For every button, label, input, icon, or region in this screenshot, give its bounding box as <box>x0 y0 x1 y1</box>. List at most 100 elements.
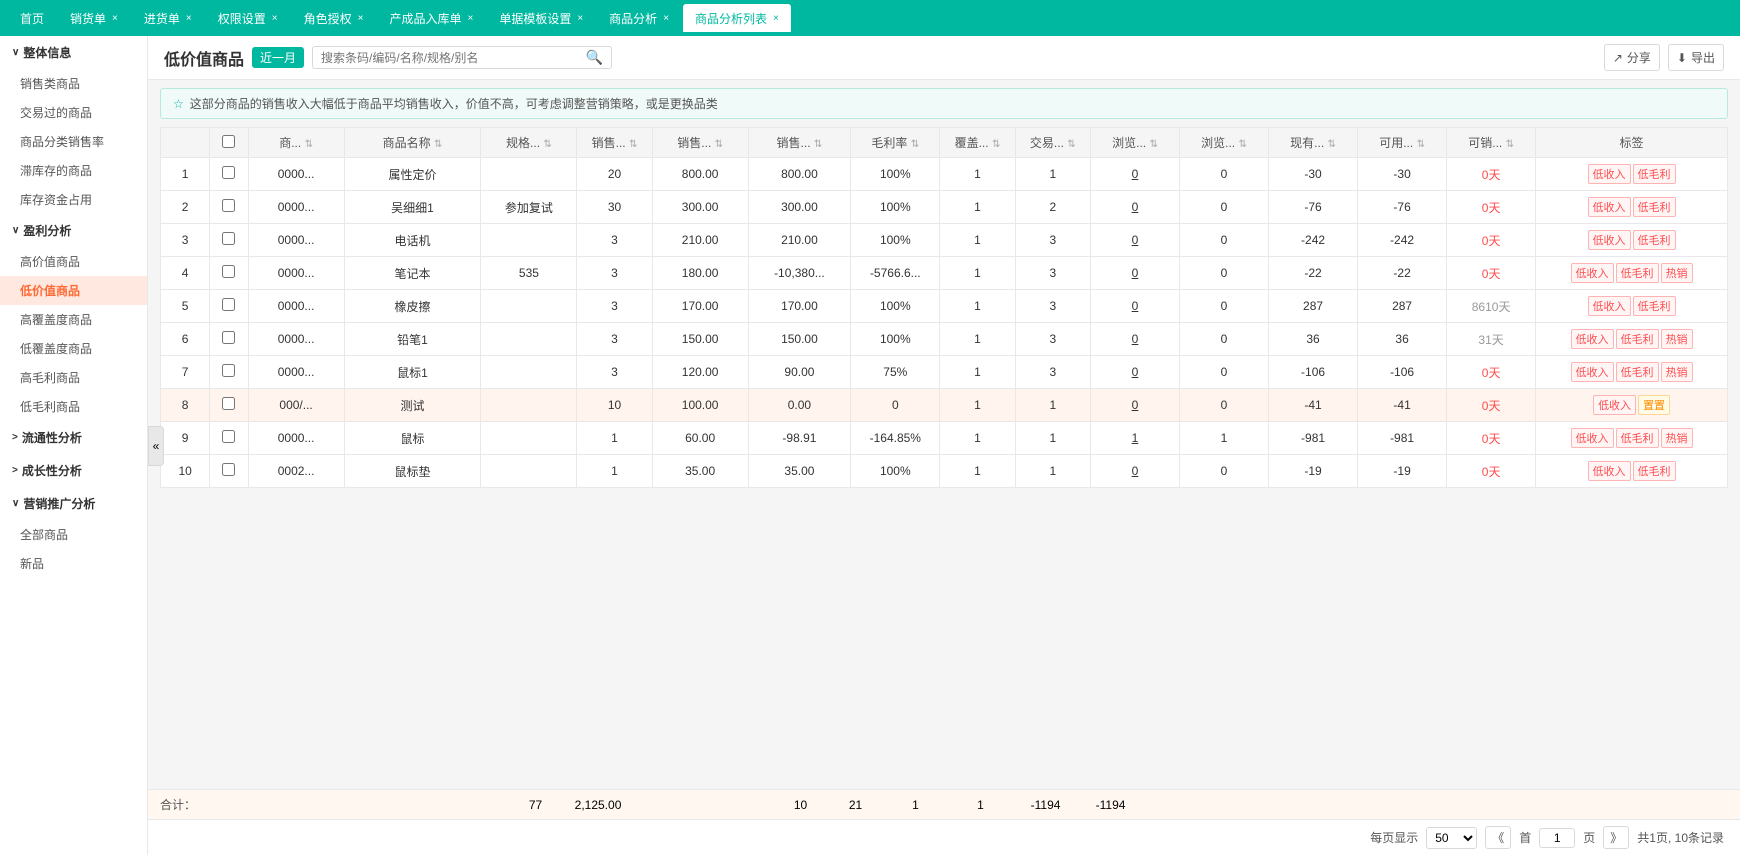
th-avail[interactable]: 可用... ⇅ <box>1358 128 1447 158</box>
search-input[interactable] <box>321 51 582 65</box>
table-row: 4 0000... 笔记本 535 3 180.00 -10,380... -5… <box>161 257 1728 290</box>
row-checkbox[interactable] <box>222 397 235 410</box>
th-sale-avg[interactable]: 销售... ⇅ <box>748 128 851 158</box>
product-name: 属性定价 <box>344 158 481 191</box>
row-checkbox-cell <box>210 455 248 488</box>
first-page-button[interactable]: 《 <box>1485 826 1511 849</box>
close-icon[interactable]: × <box>577 13 583 24</box>
row-checkbox[interactable] <box>222 232 235 245</box>
close-icon[interactable]: × <box>773 13 779 24</box>
sidebar-item-high-margin[interactable]: 高毛利商品 <box>0 363 147 392</box>
browse-link[interactable]: 0 <box>1132 464 1139 478</box>
sidebar-group-overall[interactable]: ∨ 整体信息 <box>0 36 147 69</box>
share-button[interactable]: ↗ 分享 <box>1604 44 1660 71</box>
sort-icon: ⇅ <box>992 139 1000 150</box>
browse-link[interactable]: 0 <box>1132 200 1139 214</box>
row-checkbox[interactable] <box>222 331 235 344</box>
sidebar-group-growth[interactable]: > 成长性分析 <box>0 454 147 487</box>
sidebar-item-all-products[interactable]: 全部商品 <box>0 520 147 549</box>
browse-link[interactable]: 1 <box>1132 431 1139 445</box>
sidebar-item-low-coverage[interactable]: 低覆盖度商品 <box>0 334 147 363</box>
sidebar-item-low-value[interactable]: 低价值商品 <box>0 276 147 305</box>
sort-icon: ⇅ <box>305 139 313 150</box>
browse-link[interactable]: 0 <box>1132 167 1139 181</box>
th-sale-amt[interactable]: 销售... ⇅ <box>652 128 748 158</box>
last-page-button[interactable]: 》 <box>1603 826 1629 849</box>
sidebar-item-high-value[interactable]: 高价值商品 <box>0 247 147 276</box>
row-checkbox[interactable] <box>222 265 235 278</box>
row-checkbox[interactable] <box>222 463 235 476</box>
nav-product-inbound[interactable]: 产成品入库单 × <box>377 4 485 32</box>
sort-icon: ⇅ <box>1506 139 1514 150</box>
sidebar-item-stagnant[interactable]: 滞库存的商品 <box>0 156 147 185</box>
select-all-checkbox[interactable] <box>222 135 235 148</box>
trade-count: 2 <box>1015 191 1090 224</box>
search-icon[interactable]: 🔍 <box>586 49 603 66</box>
sale-qty: 3 <box>577 323 652 356</box>
th-spec[interactable]: 规格... ⇅ <box>481 128 577 158</box>
th-stock[interactable]: 现有... ⇅ <box>1269 128 1358 158</box>
close-icon[interactable]: × <box>358 13 364 24</box>
sort-icon: ⇅ <box>1239 139 1247 150</box>
browse-link[interactable]: 0 <box>1132 332 1139 346</box>
th-code[interactable]: 商... ⇅ <box>248 128 344 158</box>
product-code: 0000... <box>248 158 344 191</box>
browse-link[interactable]: 0 <box>1132 233 1139 247</box>
current-stock: -22 <box>1269 257 1358 290</box>
sidebar-group-circulation[interactable]: > 流通性分析 <box>0 421 147 454</box>
sale-amount: 150.00 <box>652 323 748 356</box>
nav-purchase-order[interactable]: 进货单 × <box>132 4 204 32</box>
browse-link[interactable]: 0 <box>1132 299 1139 313</box>
sidebar-item-new-products[interactable]: 新品 <box>0 549 147 578</box>
page-size-select[interactable]: 50 100 200 <box>1426 827 1477 849</box>
browse-link[interactable]: 0 <box>1132 365 1139 379</box>
row-checkbox-cell <box>210 158 248 191</box>
close-icon[interactable]: × <box>186 13 192 24</box>
export-button[interactable]: ⬇ 导出 <box>1668 44 1724 71</box>
nav-product-analysis[interactable]: 商品分析 × <box>597 4 681 32</box>
nav-roles[interactable]: 角色授权 × <box>292 4 376 32</box>
th-sale-qty[interactable]: 销售... ⇅ <box>577 128 652 158</box>
sidebar-item-traded-products[interactable]: 交易过的商品 <box>0 98 147 127</box>
days-label: 0天 <box>1482 465 1501 479</box>
sidebar-item-inventory-capital[interactable]: 库存资金占用 <box>0 185 147 214</box>
nav-sales-order[interactable]: 销货单 × <box>58 4 130 32</box>
row-checkbox[interactable] <box>222 364 235 377</box>
row-checkbox[interactable] <box>222 166 235 179</box>
row-number: 4 <box>161 257 210 290</box>
coverage: 1 <box>940 389 1015 422</box>
row-checkbox[interactable] <box>222 199 235 212</box>
search-box: 🔍 <box>312 46 612 69</box>
time-filter-button[interactable]: 近一月 <box>252 47 304 68</box>
sidebar-item-sales-products[interactable]: 销售类商品 <box>0 69 147 98</box>
th-tags[interactable]: 标签 <box>1536 128 1728 158</box>
th-trade[interactable]: 交易... ⇅ <box>1015 128 1090 158</box>
th-browse2[interactable]: 浏览... ⇅ <box>1180 128 1269 158</box>
th-cover[interactable]: 覆盖... ⇅ <box>940 128 1015 158</box>
product-name: 橡皮擦 <box>344 290 481 323</box>
row-checkbox[interactable] <box>222 298 235 311</box>
sidebar-item-low-margin[interactable]: 低毛利商品 <box>0 392 147 421</box>
nav-template-settings[interactable]: 单据模板设置 × <box>487 4 595 32</box>
browse-link[interactable]: 0 <box>1132 266 1139 280</box>
product-tags: 低收入低毛利 <box>1536 290 1728 323</box>
close-icon[interactable]: × <box>663 13 669 24</box>
close-icon[interactable]: × <box>272 13 278 24</box>
th-name[interactable]: 商品名称 ⇅ <box>344 128 481 158</box>
th-sellable[interactable]: 可销... ⇅ <box>1447 128 1536 158</box>
row-checkbox[interactable] <box>222 430 235 443</box>
nav-permissions[interactable]: 权限设置 × <box>206 4 290 32</box>
sidebar-collapse-button[interactable]: « <box>148 426 164 466</box>
th-margin[interactable]: 毛利率 ⇅ <box>851 128 940 158</box>
page-number-input[interactable] <box>1539 828 1575 848</box>
sidebar-item-high-coverage[interactable]: 高覆盖度商品 <box>0 305 147 334</box>
sidebar-item-category-rate[interactable]: 商品分类销售率 <box>0 127 147 156</box>
close-icon[interactable]: × <box>112 13 118 24</box>
nav-product-analysis-list[interactable]: 商品分析列表 × <box>683 4 791 32</box>
nav-home[interactable]: 首页 <box>8 4 56 32</box>
close-icon[interactable]: × <box>467 13 473 24</box>
browse-link[interactable]: 0 <box>1132 398 1139 412</box>
th-browse1[interactable]: 浏览... ⇅ <box>1090 128 1179 158</box>
sidebar-group-marketing[interactable]: ∨ 营销推广分析 <box>0 487 147 520</box>
sidebar-group-profit[interactable]: ∨ 盈利分析 <box>0 214 147 247</box>
